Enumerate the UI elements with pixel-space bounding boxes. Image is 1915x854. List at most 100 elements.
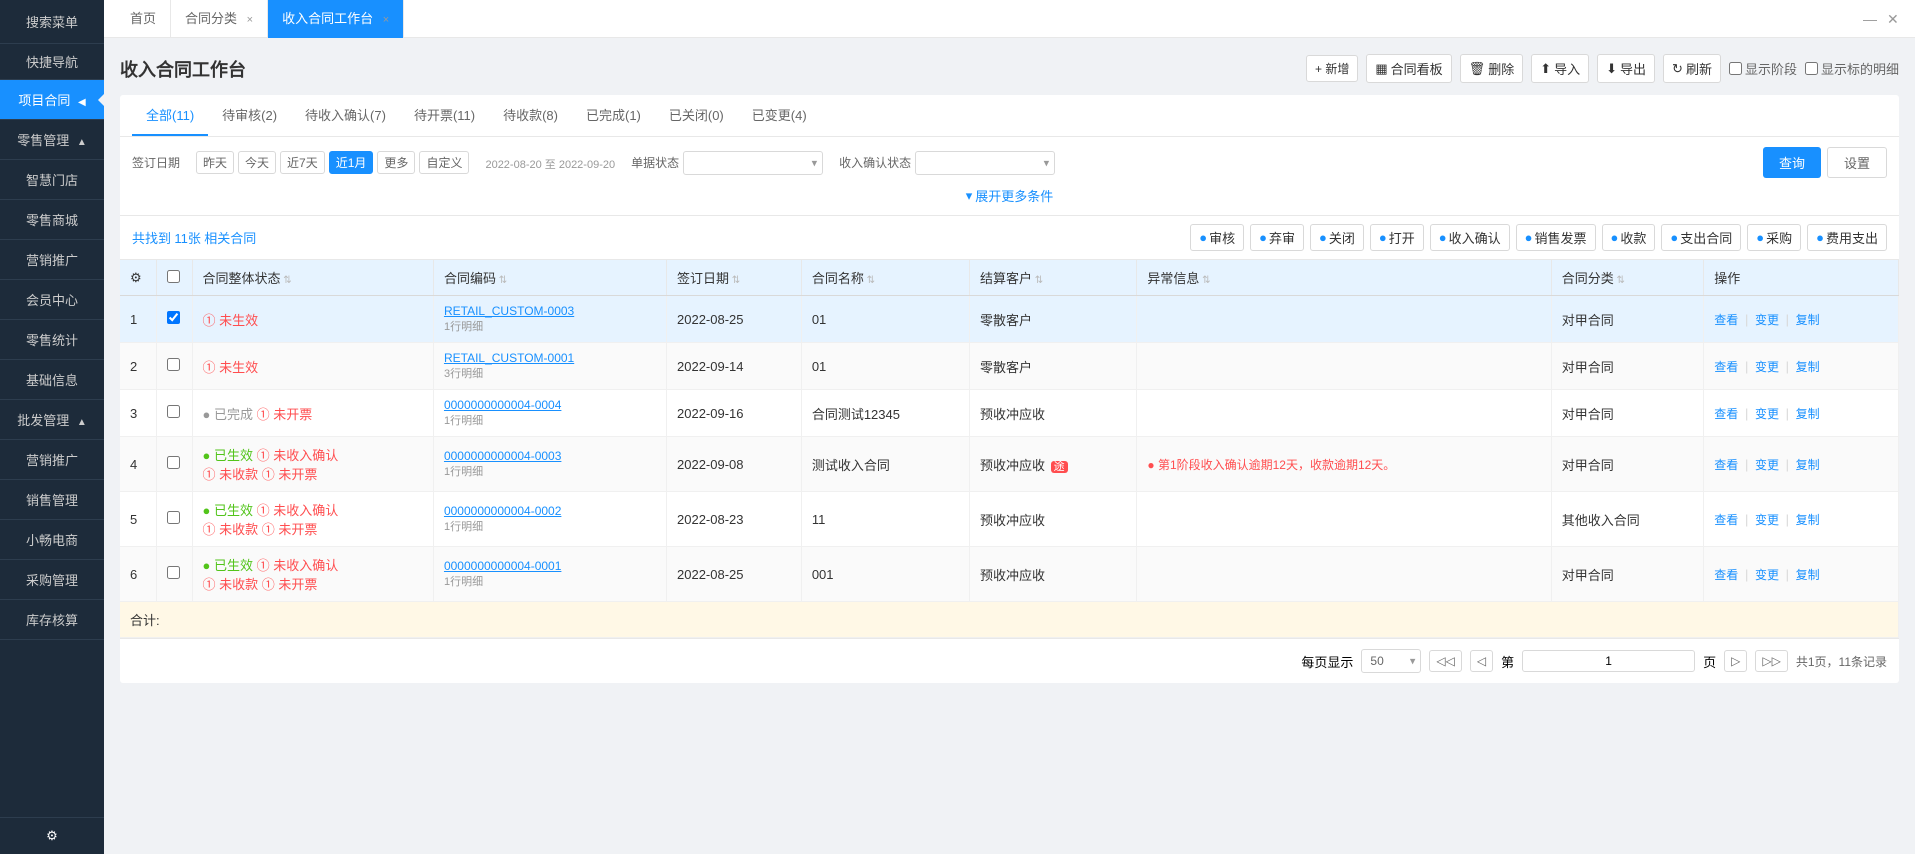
income-confirm-select[interactable]: [915, 151, 1055, 175]
date-yesterday[interactable]: 昨天: [196, 151, 234, 174]
sidebar-item-inventory[interactable]: 库存核算: [0, 600, 104, 640]
first-page-btn[interactable]: ◁◁: [1429, 650, 1461, 672]
audit-btn[interactable]: ● 审核: [1190, 224, 1244, 251]
copy-link-5[interactable]: 复制: [1796, 513, 1820, 527]
filter-tab-pending-review[interactable]: 待审核(2): [208, 95, 291, 136]
sidebar-quick-nav[interactable]: 快捷导航: [0, 44, 104, 80]
tab-contract-cat[interactable]: 合同分类 ×: [171, 0, 268, 38]
sidebar-item-retailmall[interactable]: 零售商城: [0, 200, 104, 240]
sidebar-item-retail[interactable]: 零售管理 ▲: [0, 120, 104, 160]
date-more[interactable]: 更多: [377, 151, 415, 174]
page-number-input[interactable]: [1522, 650, 1695, 672]
sidebar-item-wholesale[interactable]: 批发管理 ▲: [0, 400, 104, 440]
code-link-3[interactable]: 0000000000004-0004: [444, 398, 656, 412]
filter-tab-completed[interactable]: 已完成(1): [572, 95, 655, 136]
edit-link-2[interactable]: 变更: [1755, 360, 1779, 374]
copy-link-6[interactable]: 复制: [1796, 568, 1820, 582]
new-button[interactable]: + 新增: [1306, 55, 1358, 82]
close-income-tab[interactable]: ×: [383, 14, 389, 26]
filter-tab-all[interactable]: 全部(11): [132, 95, 208, 136]
close-btn[interactable]: ● 关闭: [1310, 224, 1364, 251]
date-7days[interactable]: 近7天: [280, 151, 325, 174]
edit-link-6[interactable]: 变更: [1755, 568, 1779, 582]
code-link-6[interactable]: 0000000000004-0001: [444, 559, 656, 573]
edit-link-4[interactable]: 变更: [1755, 458, 1779, 472]
show-stage-input[interactable]: [1729, 62, 1742, 75]
code-link-2[interactable]: RETAIL_CUSTOM-0001: [444, 351, 656, 365]
show-detail-input[interactable]: [1805, 62, 1818, 75]
code-link-4[interactable]: 0000000000004-0003: [444, 449, 656, 463]
select-all-checkbox[interactable]: [167, 270, 180, 283]
filter-tab-pending-invoice[interactable]: 待开票(11): [400, 95, 489, 136]
filter-tab-pending-collect[interactable]: 待收款(8): [489, 95, 572, 136]
copy-link-1[interactable]: 复制: [1796, 313, 1820, 327]
row-checkbox-4[interactable]: [167, 456, 180, 469]
export-button[interactable]: ⬇ 导出: [1597, 54, 1655, 83]
code-link-5[interactable]: 0000000000004-0002: [444, 504, 656, 518]
th-status[interactable]: 合同整体状态: [192, 260, 433, 296]
close-contract-cat-tab[interactable]: ×: [247, 14, 253, 26]
view-link-3[interactable]: 查看: [1714, 407, 1738, 421]
doc-status-select[interactable]: [683, 151, 823, 175]
sidebar-item-purchase[interactable]: 采购管理: [0, 560, 104, 600]
delete-button[interactable]: 🗑 删除: [1460, 54, 1524, 83]
th-name[interactable]: 合同名称: [801, 260, 969, 296]
sales-invoice-btn[interactable]: ● 销售发票: [1516, 224, 1596, 251]
sidebar-search[interactable]: 搜索菜单: [0, 0, 104, 44]
purchase-btn[interactable]: ● 采购: [1747, 224, 1801, 251]
th-category[interactable]: 合同分类: [1551, 260, 1704, 296]
query-button[interactable]: 查询: [1763, 147, 1821, 178]
prev-page-btn[interactable]: ◁: [1470, 650, 1493, 672]
pay-out-btn[interactable]: ● 支出合同: [1661, 224, 1741, 251]
date-1month[interactable]: 近1月: [329, 151, 374, 174]
th-sign-date[interactable]: 签订日期: [667, 260, 802, 296]
sidebar-item-basicinfo[interactable]: 基础信息: [0, 360, 104, 400]
sidebar-item-project[interactable]: 项目合同 ◀: [0, 80, 104, 120]
print-btn[interactable]: ● 打开: [1370, 224, 1424, 251]
view-link-6[interactable]: 查看: [1714, 568, 1738, 582]
view-link-5[interactable]: 查看: [1714, 513, 1738, 527]
last-page-btn[interactable]: ▷▷: [1755, 650, 1787, 672]
sidebar-item-retailstats[interactable]: 零售统计: [0, 320, 104, 360]
sidebar-item-marketing2[interactable]: 营销推广: [0, 440, 104, 480]
date-today[interactable]: 今天: [238, 151, 276, 174]
row-checkbox-5[interactable]: [167, 511, 180, 524]
edit-link-5[interactable]: 变更: [1755, 513, 1779, 527]
filter-tab-pending-confirm[interactable]: 待收入确认(7): [291, 95, 400, 136]
abandon-btn[interactable]: ● 弃审: [1250, 224, 1304, 251]
sidebar-item-salesmgmt[interactable]: 销售管理: [0, 480, 104, 520]
view-link-1[interactable]: 查看: [1714, 313, 1738, 327]
import-button[interactable]: ⬆ 导入: [1531, 54, 1589, 83]
sidebar-item-smartshop[interactable]: 智慧门店: [0, 160, 104, 200]
show-detail-checkbox[interactable]: 显示标的明细: [1805, 59, 1899, 78]
code-link-1[interactable]: RETAIL_CUSTOM-0003: [444, 304, 656, 318]
copy-link-3[interactable]: 复制: [1796, 407, 1820, 421]
copy-link-2[interactable]: 复制: [1796, 360, 1820, 374]
page-size-select[interactable]: 10 20 50 100: [1361, 649, 1421, 673]
tab-income-workbench[interactable]: 收入合同工作台 ×: [268, 0, 404, 38]
minimize-button[interactable]: —: [1863, 11, 1879, 27]
view-board-button[interactable]: ▦ 合同看板: [1366, 54, 1451, 83]
row-checkbox-6[interactable]: [167, 566, 180, 579]
sidebar-settings[interactable]: ⚙: [0, 817, 104, 854]
date-custom[interactable]: 自定义: [419, 151, 469, 174]
sidebar-item-marketing[interactable]: 营销推广: [0, 240, 104, 280]
edit-link-3[interactable]: 变更: [1755, 407, 1779, 421]
income-confirm-btn[interactable]: ● 收入确认: [1430, 224, 1510, 251]
refresh-button[interactable]: ↻ 刷新: [1663, 54, 1721, 83]
row-checkbox-1[interactable]: [167, 311, 180, 324]
filter-tab-changed[interactable]: 已变更(4): [738, 95, 821, 136]
sidebar-item-ecommerce[interactable]: 小畅电商: [0, 520, 104, 560]
th-customer[interactable]: 结算客户: [970, 260, 1137, 296]
edit-link-1[interactable]: 变更: [1755, 313, 1779, 327]
row-checkbox-2[interactable]: [167, 358, 180, 371]
view-link-4[interactable]: 查看: [1714, 458, 1738, 472]
sidebar-item-member[interactable]: 会员中心: [0, 280, 104, 320]
filter-tab-closed[interactable]: 已关闭(0): [655, 95, 738, 136]
copy-link-4[interactable]: 复制: [1796, 458, 1820, 472]
collect-btn[interactable]: ● 收款: [1602, 224, 1656, 251]
next-page-btn[interactable]: ▷: [1724, 650, 1747, 672]
settings-button[interactable]: 设置: [1827, 147, 1887, 178]
row-checkbox-3[interactable]: [167, 405, 180, 418]
th-abnormal[interactable]: 异常信息: [1137, 260, 1551, 296]
